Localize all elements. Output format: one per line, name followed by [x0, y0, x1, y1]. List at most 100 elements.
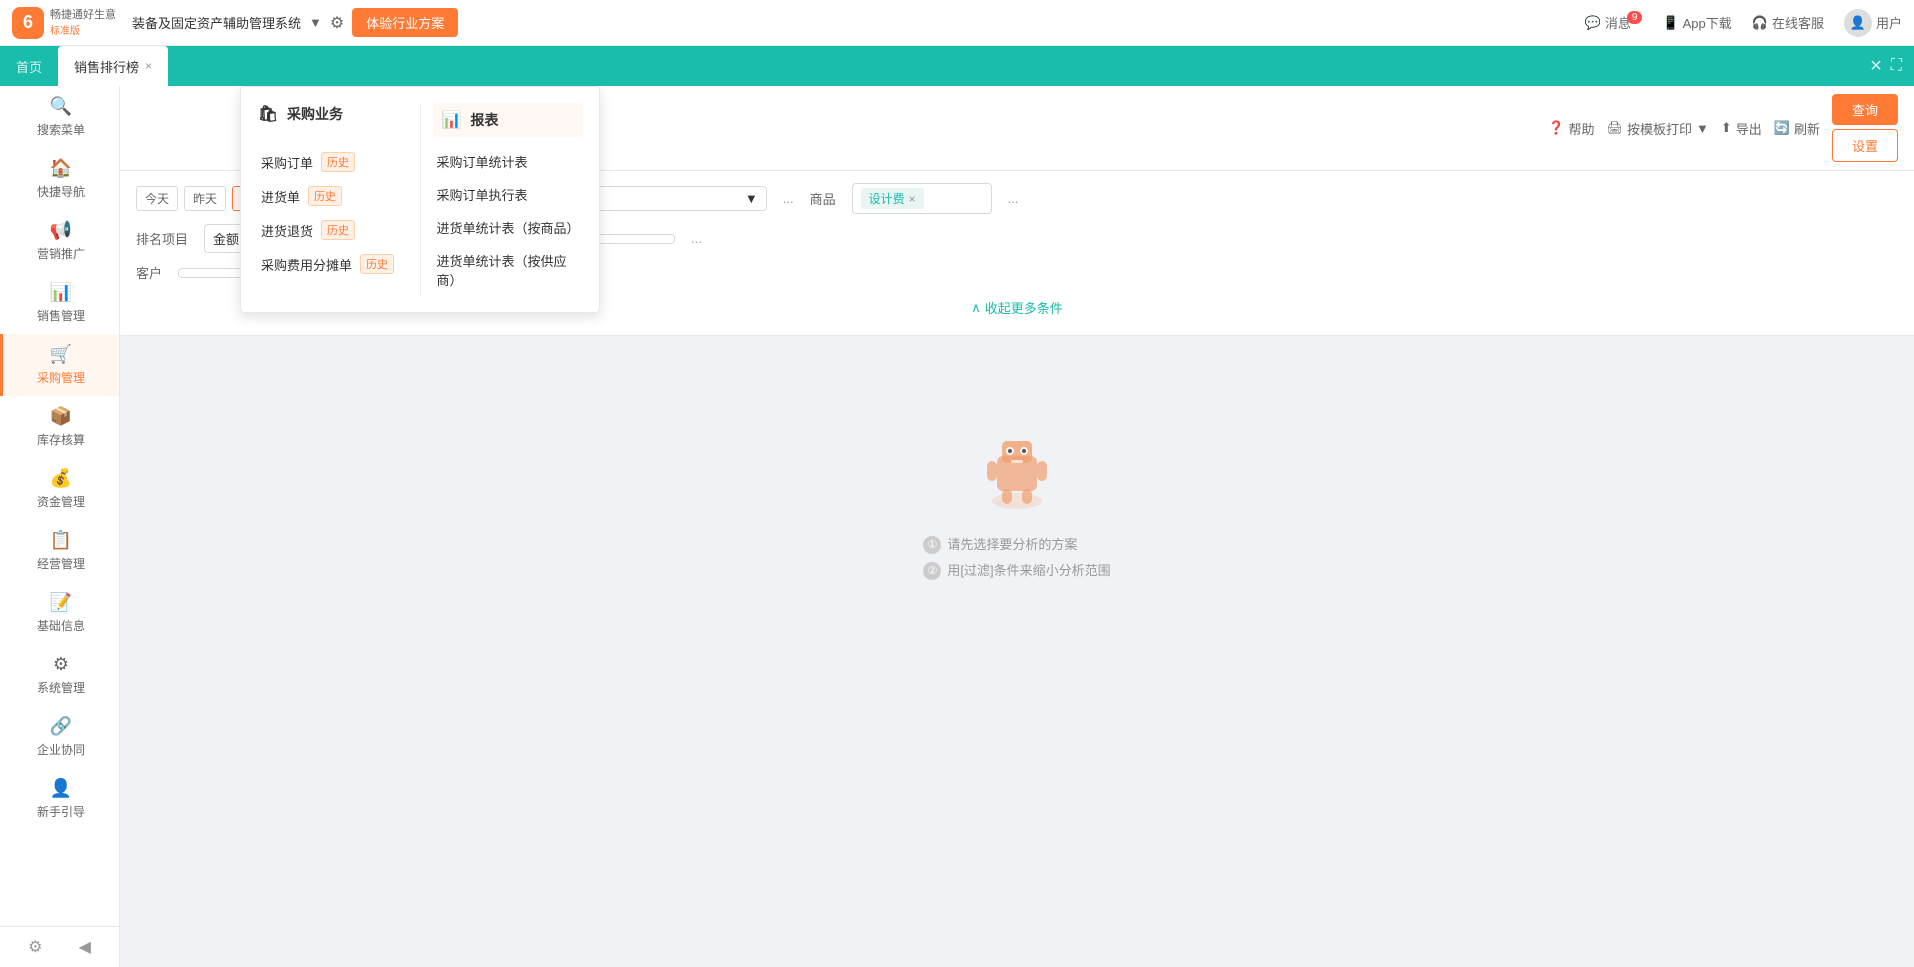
notification-item[interactable]: 💬 消息 9: [1585, 13, 1643, 32]
help-btn[interactable]: ❓ 帮助: [1548, 119, 1594, 138]
empty-text: ① 请先选择要分析的方案 ② 用[过滤]条件来缩小分析范围: [923, 532, 1110, 584]
sidebar-label-guide: 新手引导: [37, 803, 85, 820]
sidebar-item-sales[interactable]: 📊 销售管理: [0, 272, 119, 334]
header-system: 装备及固定资产辅助管理系统 ▼ ⚙ 体验行业方案: [132, 8, 1585, 37]
megaphone-icon: 📢: [50, 220, 72, 241]
sidebar-collapse-icon[interactable]: ◀: [79, 937, 91, 957]
dropdown-item-return[interactable]: 进货退货 历史: [257, 213, 408, 247]
tab-home-label: 首页: [16, 57, 42, 76]
sidebar-item-basic-info[interactable]: 📝 基础信息: [0, 582, 119, 644]
settings-button[interactable]: 设置: [1832, 129, 1898, 162]
dropdown-col-purchase: 🛍 采购业务 采购订单 历史 进货单 历史 进货退货 历史: [257, 103, 408, 296]
guide-icon: 👤: [50, 778, 72, 799]
dropdown-columns: 🛍 采购业务 采购订单 历史 进货单 历史 进货退货 历史: [257, 103, 583, 296]
sidebar-item-quick-nav[interactable]: 🏠 快捷导航: [0, 148, 119, 210]
dropdown-item-order-stats[interactable]: 采购订单统计表: [433, 145, 584, 178]
maximize-icon[interactable]: ⛶: [1891, 57, 1902, 75]
report-section-icon: 📊: [441, 109, 463, 131]
inbound-history-badge: 历史: [308, 186, 342, 206]
order-stats-label: 采购订单统计表: [437, 152, 528, 171]
sidebar-item-finance[interactable]: 💰 资金管理: [0, 458, 119, 520]
tab-sales-rank[interactable]: 销售排行榜 ×: [58, 46, 168, 86]
tip-text-2: 用[过滤]条件来缩小分析范围: [947, 558, 1110, 584]
box-icon: 📦: [50, 406, 72, 427]
tip-num-1: ①: [923, 536, 941, 554]
query-button[interactable]: 查询: [1832, 94, 1898, 125]
dropdown-item-inbound-stats-supplier[interactable]: 进货单统计表（按供应商）: [433, 244, 584, 296]
date-yesterday-btn[interactable]: 昨天: [184, 186, 226, 211]
cart-icon: 🛒: [50, 344, 72, 365]
purchase-order-label: 采购订单: [261, 153, 313, 172]
help-label: 帮助: [1568, 119, 1594, 138]
industry-btn[interactable]: 体验行业方案: [352, 8, 458, 37]
sidebar-item-inventory[interactable]: 📦 库存核算: [0, 396, 119, 458]
dropdown-item-purchase-order[interactable]: 采购订单 历史: [257, 145, 408, 179]
header-right: 💬 消息 9 📱 App下载 🎧 在线客服 👤 用户: [1585, 9, 1902, 37]
close-window-icon[interactable]: ✕: [1869, 56, 1882, 76]
sidebar-item-enterprise[interactable]: 🔗 企业协同: [0, 706, 119, 768]
refresh-icon: 🔄: [1774, 120, 1790, 136]
sidebar-settings-icon[interactable]: ⚙: [28, 937, 42, 957]
sidebar-label-operations: 经营管理: [37, 555, 85, 572]
sidebar-item-guide[interactable]: 👤 新手引导: [0, 768, 119, 830]
sidebar-item-purchase[interactable]: 🛒 采购管理: [0, 334, 119, 396]
sidebar-item-operations[interactable]: 📋 经营管理: [0, 520, 119, 582]
tip-text-1: 请先选择要分析的方案: [947, 532, 1077, 558]
sidebar-label-inventory: 库存核算: [37, 431, 85, 448]
sidebar-item-marketing[interactable]: 📢 营销推广: [0, 210, 119, 272]
return-history-badge: 历史: [321, 220, 355, 240]
return-label: 进货退货: [261, 221, 313, 240]
search-icon: 🔍: [50, 96, 72, 117]
user-item[interactable]: 👤 用户: [1844, 9, 1902, 37]
product-input[interactable]: 设计费 ×: [852, 183, 992, 214]
product-tag-close[interactable]: ×: [909, 192, 916, 206]
document-icon: 📝: [50, 592, 72, 613]
report-section-header: 📊 报表: [433, 103, 584, 137]
refresh-btn[interactable]: 🔄 刷新: [1774, 119, 1820, 138]
collapse-icon: ∧: [971, 300, 981, 316]
dropdown-item-inbound-stats-product[interactable]: 进货单统计表（按商品）: [433, 211, 584, 244]
tab-close-icon[interactable]: ×: [145, 59, 152, 73]
link-icon: 🔗: [50, 716, 72, 737]
system-dropdown-icon[interactable]: ▼: [309, 15, 322, 30]
order-exec-label: 采购订单执行表: [437, 185, 528, 204]
sidebar-label-basic-info: 基础信息: [37, 617, 85, 634]
print-dropdown-icon: ▼: [1696, 121, 1709, 136]
export-label: 导出: [1736, 119, 1762, 138]
dropdown-divider: [420, 103, 421, 296]
inbound-stats-supplier-label: 进货单统计表（按供应商）: [437, 251, 580, 289]
settings-icon[interactable]: ⚙: [330, 13, 344, 33]
headset-icon: 🎧: [1752, 15, 1768, 31]
tab-sales-rank-label: 销售排行榜: [74, 57, 139, 76]
logo-icon: 6: [12, 7, 44, 39]
product-dots: ...: [1008, 191, 1019, 206]
chart-icon: 📊: [50, 282, 72, 303]
dropdown-item-order-exec[interactable]: 采购订单执行表: [433, 178, 584, 211]
sidebar-item-search[interactable]: 🔍 搜索菜单: [0, 86, 119, 148]
empty-state: ① 请先选择要分析的方案 ② 用[过滤]条件来缩小分析范围: [120, 336, 1914, 664]
clipboard-icon: 📋: [50, 530, 72, 551]
export-btn[interactable]: ⬆ 导出: [1721, 119, 1762, 138]
print-btn[interactable]: 🖨 按模板打印 ▼: [1606, 119, 1708, 138]
dropdown-item-inbound[interactable]: 进货单 历史: [257, 179, 408, 213]
purchase-section-icon: 🛍: [257, 103, 279, 125]
user-label: 用户: [1876, 13, 1902, 32]
product-tag: 设计费 ×: [861, 188, 924, 209]
doc-status-dots: ...: [783, 191, 794, 206]
rank-item-label: 排名项目: [136, 229, 188, 248]
salesperson-dots: ...: [691, 231, 702, 246]
app-download-item[interactable]: 📱 App下载: [1662, 13, 1731, 32]
main-content: ❓ 帮助 🖨 按模板打印 ▼ ⬆ 导出 🔄 刷新 查询 设置: [120, 86, 1914, 967]
online-service-item[interactable]: 🎧 在线客服: [1752, 13, 1824, 32]
dropdown-col-reports: 📊 报表 采购订单统计表 采购订单执行表 进货单统计表（按商品） 进货单统计表（…: [433, 103, 584, 296]
tab-home[interactable]: 首页: [0, 46, 58, 86]
date-today-btn[interactable]: 今天: [136, 186, 178, 211]
logo-badge: 标准版: [50, 22, 116, 37]
help-icon: ❓: [1548, 120, 1564, 136]
sidebar-item-system[interactable]: ⚙ 系统管理: [0, 644, 119, 706]
sidebar-label-finance: 资金管理: [37, 493, 85, 510]
inbound-label: 进货单: [261, 187, 300, 206]
dropdown-item-expense[interactable]: 采购费用分摊单 历史: [257, 247, 408, 281]
collapse-label: 收起更多条件: [985, 298, 1063, 317]
sidebar-label-enterprise: 企业协同: [37, 741, 85, 758]
